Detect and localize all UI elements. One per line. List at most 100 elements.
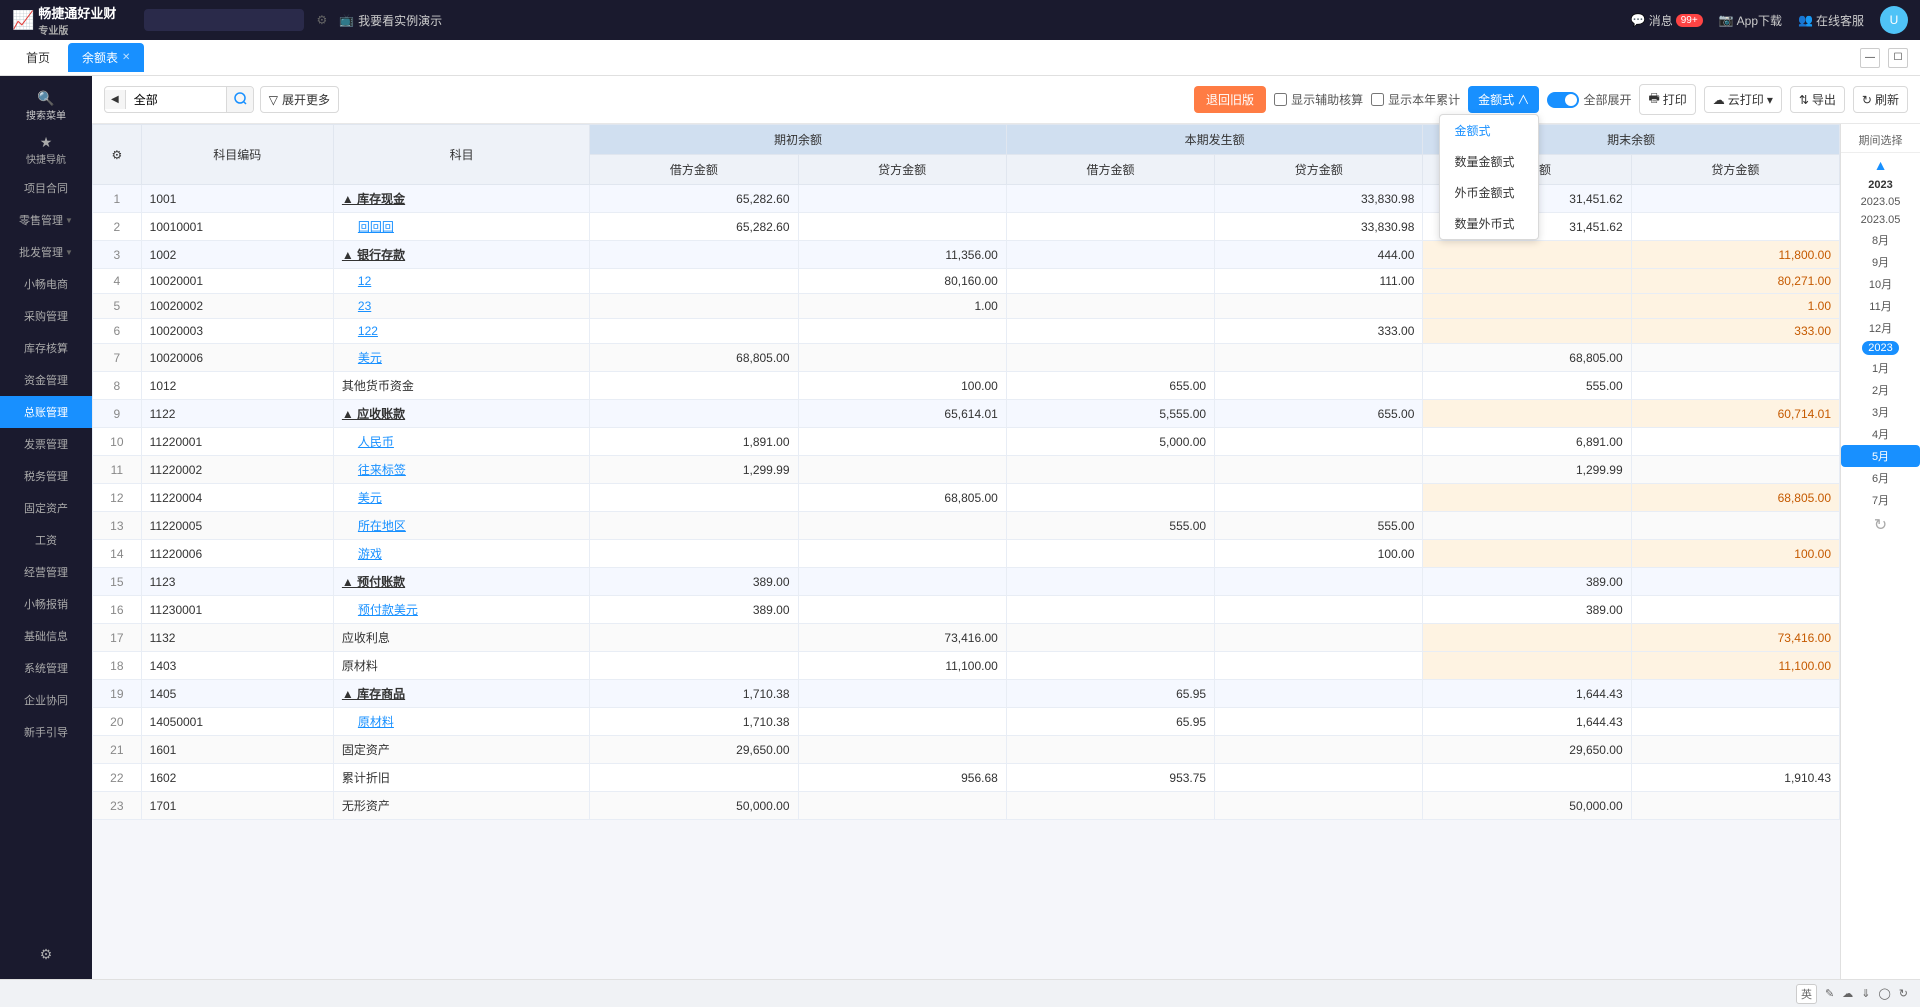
table-row[interactable]: 1411220006游戏100.00100.00 <box>93 540 1840 568</box>
table-row[interactable]: 31002▲ 银行存款11,356.00444.0011,800.00 <box>93 241 1840 269</box>
period-up-icon[interactable]: ▲ <box>1874 157 1888 173</box>
cloud-icon[interactable]: ☁ <box>1842 987 1853 1000</box>
tab-balance[interactable]: 余额表 ✕ <box>68 43 144 72</box>
table-row[interactable]: 1611230001预付款美元389.00389.00 <box>93 596 1840 624</box>
sidebar-item-assets[interactable]: 固定资产 <box>0 492 92 524</box>
sidebar-search[interactable]: 🔍 搜索菜单 <box>26 84 66 128</box>
table-row[interactable]: 710020006美元68,805.0068,805.00 <box>93 344 1840 372</box>
table-row[interactable]: 181403原材料11,100.0011,100.00 <box>93 652 1840 680</box>
sidebar-item-guide[interactable]: 新手引导 <box>0 716 92 748</box>
period-7[interactable]: 7月 <box>1841 489 1920 511</box>
download-icon[interactable]: ⇓ <box>1861 987 1870 1000</box>
expand-all-toggle[interactable]: 全部展开 <box>1547 91 1631 108</box>
refresh-bottom-icon[interactable]: ↻ <box>1899 987 1908 1000</box>
top-search-input[interactable] <box>144 9 304 31</box>
sidebar-item-purchase[interactable]: 采购管理 <box>0 300 92 332</box>
table-row[interactable]: 210010001回回回65,282.6033,830.9831,451.62 <box>93 213 1840 241</box>
period-12[interactable]: 12月 <box>1841 317 1920 339</box>
table-row[interactable]: 211601固定资产29,650.0029,650.00 <box>93 736 1840 764</box>
period-4[interactable]: 4月 <box>1841 423 1920 445</box>
period-month-05-prev[interactable]: 2023.05 <box>1841 193 1920 211</box>
lang-switch[interactable]: 英 <box>1796 984 1817 1004</box>
table-row[interactable]: 610020003122333.00333.00 <box>93 319 1840 344</box>
app-download-btn[interactable]: 📷 App下载 <box>1719 12 1782 29</box>
period-6[interactable]: 6月 <box>1841 467 1920 489</box>
table-row[interactable]: 231701无形资产50,000.0050,000.00 <box>93 792 1840 820</box>
dropdown-item-qty-foreign[interactable]: 数量外币式 <box>1440 208 1538 239</box>
amount-mode-btn[interactable]: 金额式 ∧ <box>1468 86 1539 113</box>
table-row[interactable]: 4100200011280,160.00111.0080,271.00 <box>93 269 1840 294</box>
sidebar-item-tax[interactable]: 税务管理 <box>0 460 92 492</box>
dropdown-item-amount[interactable]: 金额式 <box>1440 115 1538 146</box>
period-9[interactable]: 9月 <box>1841 251 1920 273</box>
cloud-print-btn[interactable]: ☁ 云打印 ▾ <box>1704 86 1782 113</box>
export-icon: ⇅ <box>1799 93 1809 107</box>
return-old-btn[interactable]: 退回旧版 <box>1194 86 1266 113</box>
tab-minimize-btn[interactable]: — <box>1860 48 1880 68</box>
sidebar-item-collab[interactable]: 企业协同 <box>0 684 92 716</box>
table-row[interactable]: 1311220005所在地区555.00555.00 <box>93 512 1840 540</box>
sidebar-item-system[interactable]: 系统管理 <box>0 652 92 684</box>
table-row[interactable]: 510020002231.001.00 <box>93 294 1840 319</box>
settings-icon[interactable]: ⚙ <box>316 13 327 27</box>
sidebar-item-retail[interactable]: 零售管理▼ <box>0 204 92 236</box>
table-row[interactable]: 1111220002往来标签1,299.991,299.99 <box>93 456 1840 484</box>
edit-icon[interactable]: ✎ <box>1825 987 1834 1000</box>
sidebar-item-basic[interactable]: 基础信息 <box>0 620 92 652</box>
expand-more-btn[interactable]: ▽ 展开更多 <box>260 86 339 113</box>
sidebar-item-invoice[interactable]: 发票管理 <box>0 428 92 460</box>
print-btn[interactable]: 🖶 打印 <box>1639 84 1695 115</box>
print-icon: 🖶 <box>1648 89 1659 110</box>
search-input[interactable] <box>126 89 226 111</box>
table-row[interactable]: 81012其他货币资金100.00655.00555.00 <box>93 372 1840 400</box>
table-row[interactable]: 91122▲ 应收账款65,614.015,555.00655.0060,714… <box>93 400 1840 428</box>
sidebar-item-expense[interactable]: 小畅报销 <box>0 588 92 620</box>
show-assist-check[interactable]: 显示辅助核算 <box>1274 91 1363 108</box>
sidebar-item-inventory[interactable]: 库存核算 <box>0 332 92 364</box>
period-more-icon[interactable]: ↻ <box>1874 511 1887 539</box>
demo-btn[interactable]: 📺 我要看实例演示 <box>339 12 442 29</box>
table-row[interactable]: 2014050001原材料1,710.3865.951,644.43 <box>93 708 1840 736</box>
period-2[interactable]: 2月 <box>1841 379 1920 401</box>
dropdown-item-foreign-amount[interactable]: 外币金额式 <box>1440 177 1538 208</box>
table-row[interactable]: 11001▲ 库存现金65,282.6033,830.9831,451.62 <box>93 185 1840 213</box>
sidebar-item-ledger[interactable]: 总账管理 <box>0 396 92 428</box>
export-btn[interactable]: ⇅ 导出 <box>1790 86 1845 113</box>
circle-icon[interactable]: ◯ <box>1878 987 1890 1000</box>
message-btn[interactable]: 💬 消息 99+ <box>1631 12 1703 29</box>
table-row[interactable]: 171132应收利息73,416.0073,416.00 <box>93 624 1840 652</box>
dropdown-item-qty-amount[interactable]: 数量金额式 <box>1440 146 1538 177</box>
toggle-switch-icon[interactable] <box>1547 92 1579 108</box>
sidebar-item-project[interactable]: 项目合同 <box>0 172 92 204</box>
refresh-btn[interactable]: ↻ 刷新 <box>1853 86 1908 113</box>
sidebar-item-wholesale[interactable]: 批发管理▼ <box>0 236 92 268</box>
search-next-btn[interactable] <box>226 87 253 112</box>
period-1[interactable]: 1月 <box>1841 357 1920 379</box>
period-3[interactable]: 3月 <box>1841 401 1920 423</box>
sidebar-quick-nav[interactable]: ★ 快捷导航 <box>26 128 66 172</box>
online-service-btn[interactable]: 👥 在线客服 <box>1798 12 1864 29</box>
table-row[interactable]: 221602累计折旧956.68953.751,910.43 <box>93 764 1840 792</box>
period-5[interactable]: 5月 <box>1841 445 1920 467</box>
period-10[interactable]: 10月 <box>1841 273 1920 295</box>
tab-home[interactable]: 首页 <box>12 43 64 72</box>
app-logo: 📈 畅捷通好业财 专业版 <box>12 3 116 37</box>
table-settings-header[interactable]: ⚙ <box>93 125 142 185</box>
show-year-check[interactable]: 显示本年累计 <box>1371 91 1460 108</box>
tab-close-icon[interactable]: ✕ <box>122 52 130 63</box>
table-row[interactable]: 1011220001人民币1,891.005,000.006,891.00 <box>93 428 1840 456</box>
table-row[interactable]: 1211220004美元68,805.0068,805.00 <box>93 484 1840 512</box>
table-row[interactable]: 151123▲ 预付账款389.00389.00 <box>93 568 1840 596</box>
tab-expand-btn[interactable]: ☐ <box>1888 48 1908 68</box>
sidebar-item-salary[interactable]: 工资 <box>0 524 92 556</box>
search-prev-btn[interactable]: ◀ <box>105 90 126 109</box>
period-month-05-prev2[interactable]: 2023.05 <box>1841 211 1920 229</box>
sidebar-item-management[interactable]: 经营管理 <box>0 556 92 588</box>
sidebar-item-capital[interactable]: 资金管理 <box>0 364 92 396</box>
sidebar-settings-icon[interactable]: ⚙ <box>32 938 61 971</box>
table-row[interactable]: 191405▲ 库存商品1,710.3865.951,644.43 <box>93 680 1840 708</box>
period-11[interactable]: 11月 <box>1841 295 1920 317</box>
period-8[interactable]: 8月 <box>1841 229 1920 251</box>
user-avatar[interactable]: U <box>1880 6 1908 34</box>
sidebar-item-ecommerce[interactable]: 小畅电商 <box>0 268 92 300</box>
